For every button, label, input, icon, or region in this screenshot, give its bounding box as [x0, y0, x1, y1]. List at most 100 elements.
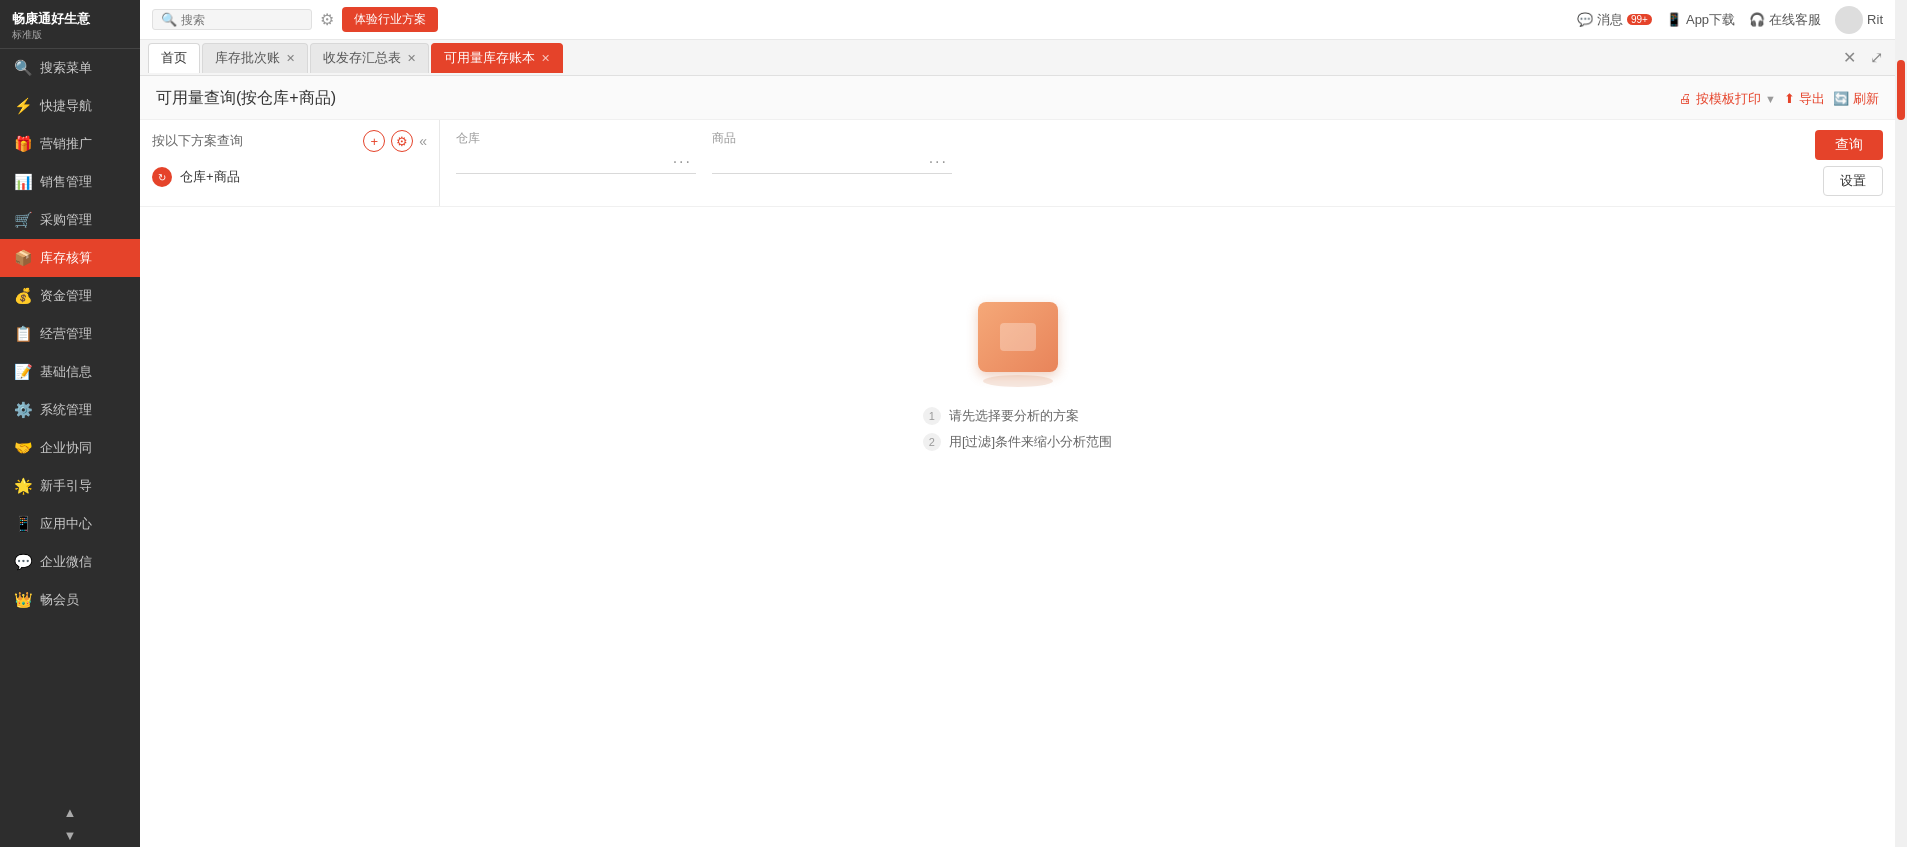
empty-box-face	[1000, 323, 1036, 351]
industry-btn[interactable]: 体验行业方案	[342, 7, 438, 32]
page-header: 可用量查询(按仓库+商品) 🖨 按模板打印 ▼ ⬆ 导出 🔄	[140, 76, 1895, 120]
sales-icon: 📊	[14, 173, 32, 191]
sidebar-item-system[interactable]: ⚙️ 系统管理	[0, 391, 140, 429]
tab-close-receipt-summary[interactable]: ✕	[407, 52, 416, 65]
sidebar-scroll-down[interactable]: ▼	[0, 824, 140, 847]
empty-hint-2: 2 用[过滤]条件来缩小分析范围	[923, 433, 1112, 451]
tab-close-batch-ledger[interactable]: ✕	[286, 52, 295, 65]
scheme-warehouse-goods-item[interactable]: ↻ 仓库+商品	[140, 160, 439, 194]
goods-dots[interactable]: ···	[929, 153, 948, 171]
app-logo: 畅康通好生意 标准版	[0, 0, 140, 49]
tab-home[interactable]: 首页	[148, 43, 200, 73]
app-center-icon: 📱	[14, 515, 32, 533]
marketing-icon: 🎁	[14, 135, 32, 153]
export-btn[interactable]: ⬆ 导出	[1784, 90, 1825, 108]
page-header-actions: 🖨 按模板打印 ▼ ⬆ 导出 🔄 刷新	[1679, 90, 1879, 108]
finance-icon: 💰	[14, 287, 32, 305]
system-icon: ⚙️	[14, 401, 32, 419]
message-btn[interactable]: 💬 消息 99+	[1577, 11, 1652, 29]
sidebar-item-label: 资金管理	[40, 287, 92, 305]
tab-label-available-ledger: 可用量库存账本	[444, 49, 535, 67]
main-area: 🔍 ⚙ 体验行业方案 💬 消息 99+ 📱 App下载 🎧 在线客服	[140, 0, 1895, 847]
sidebar-item-label: 企业协同	[40, 439, 92, 457]
sidebar-item-inventory[interactable]: 📦库存核算	[0, 239, 140, 277]
maximize-window-btn[interactable]: ⤢	[1866, 46, 1887, 69]
sidebar-item-finance[interactable]: 💰 资金管理	[0, 277, 140, 315]
search-input[interactable]	[181, 13, 301, 27]
sidebar-item-label: 系统管理	[40, 401, 92, 419]
print-chevron-icon: ▼	[1765, 93, 1776, 105]
hint-text-2: 用[过滤]条件来缩小分析范围	[949, 433, 1112, 451]
customer-service-btn[interactable]: 🎧 在线客服	[1749, 11, 1821, 29]
sidebar-item-label: 畅会员	[40, 591, 79, 609]
purchase-icon: 🛒	[14, 211, 32, 229]
app-download-label: App下载	[1686, 11, 1735, 29]
search-icon: 🔍	[161, 12, 177, 27]
sidebar-item-app-center[interactable]: 📱应用中心	[0, 505, 140, 543]
goods-filter-group: 商品 ···	[712, 130, 952, 174]
settings-btn[interactable]: 设置	[1823, 166, 1883, 196]
warehouse-filter-group: 仓库 ···	[456, 130, 696, 174]
query-buttons: 查询 设置	[1803, 120, 1895, 206]
print-btn[interactable]: 🖨 按模板打印 ▼	[1679, 90, 1776, 108]
scheme-add-btn[interactable]: +	[363, 130, 385, 152]
sidebar-item-marketing[interactable]: 🎁营销推广	[0, 125, 140, 163]
tab-available-ledger[interactable]: 可用量库存账本 ✕	[431, 43, 563, 73]
tabbar: 首页库存批次账✕ 收发存汇总表 ✕ 可用量库存账本 ✕ ✕ ⤢	[140, 40, 1895, 76]
gear-icon[interactable]: ⚙	[320, 10, 334, 29]
tab-label-receipt-summary: 收发存汇总表	[323, 49, 401, 67]
refresh-btn[interactable]: 🔄 刷新	[1833, 90, 1879, 108]
app-download-btn[interactable]: 📱 App下载	[1666, 11, 1735, 29]
sidebar-item-basic-info[interactable]: 📝基础信息	[0, 353, 140, 391]
tabbar-end: ✕ ⤢	[1839, 46, 1887, 69]
scheme-item-icon: ↻	[152, 167, 172, 187]
tab-batch-ledger[interactable]: 库存批次账✕	[202, 43, 308, 73]
sidebar-item-sales[interactable]: 📊销售管理	[0, 163, 140, 201]
username-label: Rit	[1867, 12, 1883, 27]
sidebar: 畅康通好生意 标准版 🔍搜索菜单⚡快捷导航🎁营销推广📊销售管理 🛒 采购管理 📦库存核…	[0, 0, 140, 847]
sidebar-item-label: 采购管理	[40, 211, 92, 229]
goods-input[interactable]	[716, 155, 925, 170]
page-title: 可用量查询(按仓库+商品)	[156, 88, 336, 109]
sidebar-item-label: 经营管理	[40, 325, 92, 343]
tab-label-home: 首页	[161, 49, 187, 67]
sidebar-item-enterprise[interactable]: 🤝企业协同	[0, 429, 140, 467]
scheme-panel-header: 按以下方案查询 + ⚙ «	[140, 130, 439, 160]
sidebar-item-search[interactable]: 🔍搜索菜单	[0, 49, 140, 87]
search-icon: 🔍	[14, 59, 32, 77]
headset-icon: 🎧	[1749, 12, 1765, 27]
export-icon: ⬆	[1784, 91, 1795, 106]
refresh-label: 刷新	[1853, 90, 1879, 108]
tab-receipt-summary[interactable]: 收发存汇总表 ✕	[310, 43, 429, 73]
right-scrollbar[interactable]	[1895, 0, 1907, 847]
user-area[interactable]: Rit	[1835, 6, 1883, 34]
sidebar-item-member[interactable]: 👑畅会员	[0, 581, 140, 619]
tab-close-available-ledger[interactable]: ✕	[541, 52, 550, 65]
hint-num-2: 2	[923, 433, 941, 451]
hint-num-1: 1	[923, 407, 941, 425]
close-window-btn[interactable]: ✕	[1839, 46, 1860, 69]
sidebar-scroll-up[interactable]: ▲	[0, 801, 140, 824]
empty-hint-1: 1 请先选择要分析的方案	[923, 407, 1112, 425]
basic-info-icon: 📝	[14, 363, 32, 381]
warehouse-filter-input[interactable]: ···	[456, 151, 696, 174]
quick-nav-icon: ⚡	[14, 97, 32, 115]
sidebar-item-quick-nav[interactable]: ⚡快捷导航	[0, 87, 140, 125]
print-label: 按模板打印	[1696, 90, 1761, 108]
scheme-settings-btn[interactable]: ⚙	[391, 130, 413, 152]
warehouse-input[interactable]	[460, 155, 669, 170]
warehouse-dots[interactable]: ···	[673, 153, 692, 171]
sidebar-item-operations[interactable]: 📋经营管理	[0, 315, 140, 353]
print-icon: 🖨	[1679, 91, 1692, 106]
empty-state: 1 请先选择要分析的方案 2 用[过滤]条件来缩小分析范围	[140, 207, 1895, 531]
sidebar-item-wechat[interactable]: 💬企业微信	[0, 543, 140, 581]
empty-shadow	[983, 375, 1053, 387]
sidebar-item-guide[interactable]: 🌟新手引导	[0, 467, 140, 505]
scheme-collapse-btn[interactable]: «	[419, 133, 427, 149]
query-btn[interactable]: 查询	[1815, 130, 1883, 160]
scheme-gear-icon: ⚙	[396, 134, 408, 149]
goods-filter-input[interactable]: ···	[712, 151, 952, 174]
warehouse-filter-label: 仓库	[456, 130, 696, 147]
sidebar-item-purchase[interactable]: 🛒 采购管理	[0, 201, 140, 239]
topbar-search-box[interactable]: 🔍	[152, 9, 312, 30]
